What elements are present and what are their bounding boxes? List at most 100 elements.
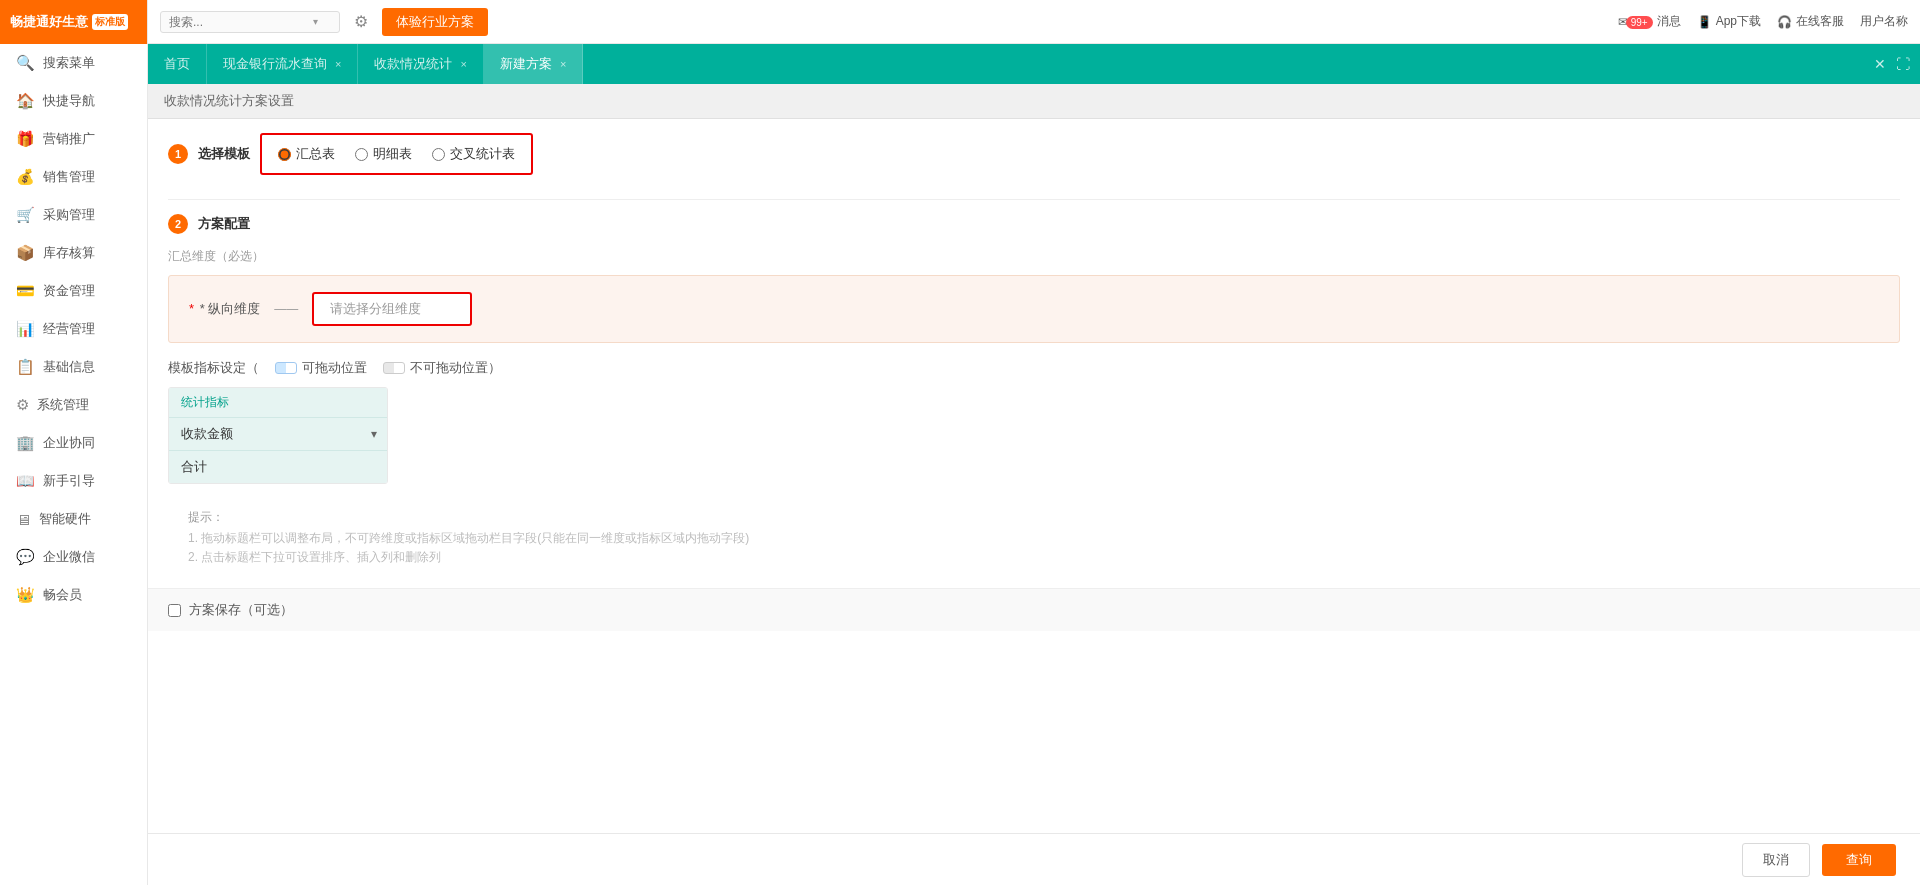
logo-text: 畅捷通好生意 [10,13,88,31]
home-icon: 🏠 [16,92,35,110]
sidebar-label-operations: 经营管理 [43,320,95,338]
sidebar-item-sales[interactable]: 💰 销售管理 [0,158,147,196]
form-card: 1 选择模板 汇总表 明细表 交叉统计表 [148,119,1920,833]
header-search-box[interactable]: ▾ [160,11,340,33]
try-industry-button[interactable]: 体验行业方案 [382,8,488,36]
dimension-select[interactable]: 请选择分组维度 [312,292,472,326]
tab-new-plan[interactable]: 新建方案 × [484,44,583,84]
sidebar-item-inventory[interactable]: 📦 库存核算 [0,234,147,272]
search-input[interactable] [169,15,309,29]
template-select-row: 汇总表 明细表 交叉统计表 [260,133,533,175]
gear-icon: ⚙ [16,396,29,414]
sidebar-item-purchase[interactable]: 🛒 采购管理 [0,196,147,234]
tab-bar-right: ✕ ⛶ [1874,56,1920,72]
section1-header: 1 选择模板 汇总表 明细表 交叉统计表 [168,133,1900,175]
section2-number: 2 [168,214,188,234]
building-icon: 🏢 [16,434,35,452]
chart-icon: 📊 [16,320,35,338]
sidebar-item-guide[interactable]: 📖 新手引导 [0,462,147,500]
sidebar-item-basic-info[interactable]: 📋 基础信息 [0,348,147,386]
sidebar-label-sales: 销售管理 [43,168,95,186]
sidebar-item-weixin[interactable]: 💬 企业微信 [0,538,147,576]
dimension-area: * * 纵向维度 —— 请选择分组维度 [168,275,1900,343]
save-option-label[interactable]: 方案保存（可选） [189,601,293,619]
close-tab-icon[interactable]: ✕ [1874,56,1886,72]
tab-new-plan-label: 新建方案 [500,55,552,73]
box-icon: 📦 [16,244,35,262]
metrics-config-header: 模板指标设定（ 可拖动位置 不可拖动位置） [168,359,1900,377]
sidebar-logo: 畅捷通好生意 标准版 [0,0,147,44]
section2-header: 2 方案配置 [168,214,1900,234]
page-title: 收款情况统计方案设置 [164,93,294,108]
settings-icon[interactable]: ⚙ [354,12,368,31]
main-area: ▾ ⚙ 体验行业方案 ✉ 99+ 消息 📱 App下载 🎧 在线客服 用户名称 [148,0,1920,885]
tab-receipt-stat-label: 收款情况统计 [374,55,452,73]
radio-detail-input[interactable] [355,148,368,161]
download-label: App下载 [1716,13,1761,30]
sidebar-item-marketing[interactable]: 🎁 营销推广 [0,120,147,158]
metrics-cell-label: 收款金额 [169,418,361,450]
clipboard-icon: 📋 [16,358,35,376]
sidebar-item-vip[interactable]: 👑 畅会员 [0,576,147,614]
radio-cross-input[interactable] [432,148,445,161]
metrics-config-title: 模板指标设定（ [168,359,259,377]
radio-cross[interactable]: 交叉统计表 [432,145,515,163]
user-name: 用户名称 [1860,13,1908,30]
maximize-icon[interactable]: ⛶ [1896,56,1910,72]
metrics-table: 统计指标 收款金额 ▾ 合计 [168,387,388,484]
sidebar-item-quick-nav[interactable]: 🏠 快捷导航 [0,82,147,120]
app-download-item[interactable]: 📱 App下载 [1697,13,1761,30]
tab-new-plan-close[interactable]: × [560,58,566,70]
drag-indicator-locked [383,362,405,374]
tab-home[interactable]: 首页 [148,44,207,84]
cancel-button[interactable]: 取消 [1742,843,1810,877]
sidebar-label-system: 系统管理 [37,396,89,414]
sidebar-item-enterprise[interactable]: 🏢 企业协同 [0,424,147,462]
online-service-item[interactable]: 🎧 在线客服 [1777,13,1844,30]
radio-detail[interactable]: 明细表 [355,145,412,163]
user-name-item[interactable]: 用户名称 [1860,13,1908,30]
dimension-title: 汇总维度（必选） [168,249,264,263]
sidebar-label-basic-info: 基础信息 [43,358,95,376]
sidebar-item-finance[interactable]: 💳 资金管理 [0,272,147,310]
notification-badge: 99+ [1626,16,1653,29]
cart-icon: 🛒 [16,206,35,224]
sidebar-item-smart-hw[interactable]: 🖥 智能硬件 [0,500,147,538]
tab-bank-flow[interactable]: 现金银行流水查询 × [207,44,358,84]
sidebar-nav: 🔍 搜索菜单 🏠 快捷导航 🎁 营销推广 💰 销售管理 🛒 采购管理 📦 库存核… [0,44,147,885]
sidebar-label-smart-hw: 智能硬件 [39,510,91,528]
tab-receipt-stat[interactable]: 收款情况统计 × [358,44,483,84]
dimension-row: * * 纵向维度 —— 请选择分组维度 [189,292,1879,326]
chevron-down-icon[interactable]: ▾ [313,16,318,27]
sidebar-item-system[interactable]: ⚙ 系统管理 [0,386,147,424]
sidebar-label-vip: 畅会员 [43,586,82,604]
tab-bank-flow-close[interactable]: × [335,58,341,70]
notification-item[interactable]: ✉ 99+ 消息 [1618,13,1681,30]
section2-title: 方案配置 [198,215,250,233]
dimension-arrow: —— [274,302,298,316]
dimension-placeholder: 请选择分组维度 [330,301,421,316]
required-mark: * [189,301,194,316]
sidebar-label-finance: 资金管理 [43,282,95,300]
dimension-subsection-label: 汇总维度（必选） [168,248,1900,265]
tab-bar: 首页 现金银行流水查询 × 收款情况统计 × 新建方案 × ✕ ⛶ [148,44,1920,84]
query-button[interactable]: 查询 [1822,844,1896,876]
sidebar-label-marketing: 营销推广 [43,130,95,148]
template-section: 1 选择模板 汇总表 明细表 交叉统计表 [148,119,1920,199]
sidebar-item-search-menu[interactable]: 🔍 搜索菜单 [0,44,147,82]
save-checkbox[interactable] [168,604,181,617]
metrics-cell: 收款金额 ▾ [169,418,387,451]
tab-receipt-stat-close[interactable]: × [460,58,466,70]
book-icon: 📖 [16,472,35,490]
drag-indicator-active [275,362,297,374]
sidebar-item-operations[interactable]: 📊 经营管理 [0,310,147,348]
total-label: 合计 [181,459,207,474]
footer-bar: 取消 查询 [148,833,1920,885]
tips-section: 提示： 1. 拖动标题栏可以调整布局，不可跨维度或指标区域拖动栏目字段(只能在同… [168,499,1900,578]
notification-label: 消息 [1657,13,1681,30]
tips-item-2: 2. 点击标题栏下拉可设置排序、插入列和删除列 [188,549,1880,566]
drag-label: 可拖动位置 [302,359,367,377]
metrics-dropdown-arrow[interactable]: ▾ [361,420,387,448]
radio-summary[interactable]: 汇总表 [278,145,335,163]
radio-summary-input[interactable] [278,148,291,161]
